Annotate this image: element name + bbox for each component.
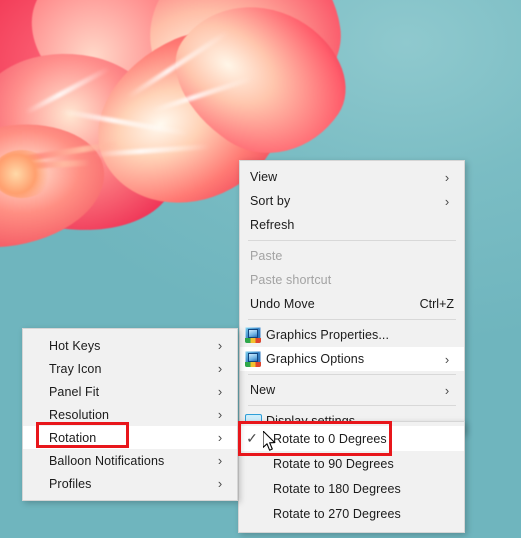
submenu-item-balloon-notifications[interactable]: Balloon Notifications › — [23, 449, 237, 472]
submenu-item-panel-fit[interactable]: Panel Fit › — [23, 380, 237, 403]
chevron-right-icon: › — [217, 407, 223, 422]
menu-item-paste-shortcut: Paste shortcut — [240, 268, 464, 292]
chevron-right-icon: › — [217, 476, 223, 491]
menu-item-label: New — [250, 383, 276, 397]
menu-item-label: View — [250, 170, 278, 184]
menu-item-label: Rotate to 270 Degrees — [273, 506, 401, 521]
menu-item-graphics-properties[interactable]: Graphics Properties... — [240, 323, 464, 347]
menu-item-sort-by[interactable]: Sort by › — [240, 189, 464, 213]
graphics-icon — [240, 351, 266, 367]
menu-item-label: Refresh — [250, 218, 295, 232]
menu-separator — [248, 374, 456, 375]
menu-item-label: Rotate to 90 Degrees — [273, 456, 394, 471]
menu-item-label: Rotate to 180 Degrees — [273, 481, 401, 496]
menu-item-label: Graphics Properties... — [266, 328, 390, 342]
menu-item-new[interactable]: New › — [240, 378, 464, 402]
menu-item-rotate-180[interactable]: Rotate to 180 Degrees — [239, 476, 464, 501]
menu-item-label: Paste — [250, 249, 283, 263]
chevron-right-icon: › — [444, 351, 450, 367]
chevron-right-icon: › — [444, 193, 450, 209]
desktop-context-menu[interactable]: View › Sort by › Refresh Paste Paste sho… — [239, 160, 465, 434]
menu-separator — [248, 240, 456, 241]
graphics-icon — [240, 327, 266, 343]
menu-item-graphics-options[interactable]: Graphics Options › — [240, 347, 464, 371]
submenu-item-profiles[interactable]: Profiles › — [23, 472, 237, 495]
menu-item-refresh[interactable]: Refresh — [240, 213, 464, 237]
submenu-item-label: Resolution — [49, 407, 110, 422]
menu-item-rotate-0[interactable]: ✓ Rotate to 0 Degrees — [239, 426, 464, 451]
chevron-right-icon: › — [444, 382, 450, 398]
submenu-item-rotation[interactable]: Rotation › — [23, 426, 237, 449]
menu-separator — [248, 319, 456, 320]
submenu-item-label: Tray Icon — [49, 361, 102, 376]
menu-item-shortcut: Ctrl+Z — [419, 297, 454, 311]
checkmark-icon: ✓ — [246, 430, 258, 446]
submenu-item-label: Hot Keys — [49, 338, 101, 353]
submenu-item-label: Balloon Notifications — [49, 453, 165, 468]
chevron-right-icon: › — [217, 384, 223, 399]
menu-item-label: Undo Move — [250, 297, 315, 311]
menu-item-undo-move[interactable]: Undo Move Ctrl+Z — [240, 292, 464, 316]
submenu-item-label: Profiles — [49, 476, 92, 491]
graphics-options-submenu[interactable]: Hot Keys › Tray Icon › Panel Fit › Resol… — [22, 328, 238, 501]
menu-item-label: Graphics Options — [266, 352, 365, 366]
menu-item-label: Rotate to 0 Degrees — [273, 431, 387, 446]
submenu-item-label: Rotation — [49, 430, 97, 445]
submenu-item-tray-icon[interactable]: Tray Icon › — [23, 357, 237, 380]
chevron-right-icon: › — [217, 430, 223, 445]
submenu-item-resolution[interactable]: Resolution › — [23, 403, 237, 426]
submenu-item-hot-keys[interactable]: Hot Keys › — [23, 334, 237, 357]
menu-item-paste: Paste — [240, 244, 464, 268]
chevron-right-icon: › — [217, 453, 223, 468]
rotation-submenu[interactable]: ✓ Rotate to 0 Degrees Rotate to 90 Degre… — [238, 421, 465, 533]
menu-separator — [248, 405, 456, 406]
menu-item-label: Sort by — [250, 194, 291, 208]
chevron-right-icon: › — [217, 361, 223, 376]
chevron-right-icon: › — [217, 338, 223, 353]
submenu-item-label: Panel Fit — [49, 384, 100, 399]
chevron-right-icon: › — [444, 169, 450, 185]
menu-item-rotate-90[interactable]: Rotate to 90 Degrees — [239, 451, 464, 476]
menu-item-rotate-270[interactable]: Rotate to 270 Degrees — [239, 501, 464, 526]
menu-item-label: Paste shortcut — [250, 273, 332, 287]
menu-item-view[interactable]: View › — [240, 165, 464, 189]
